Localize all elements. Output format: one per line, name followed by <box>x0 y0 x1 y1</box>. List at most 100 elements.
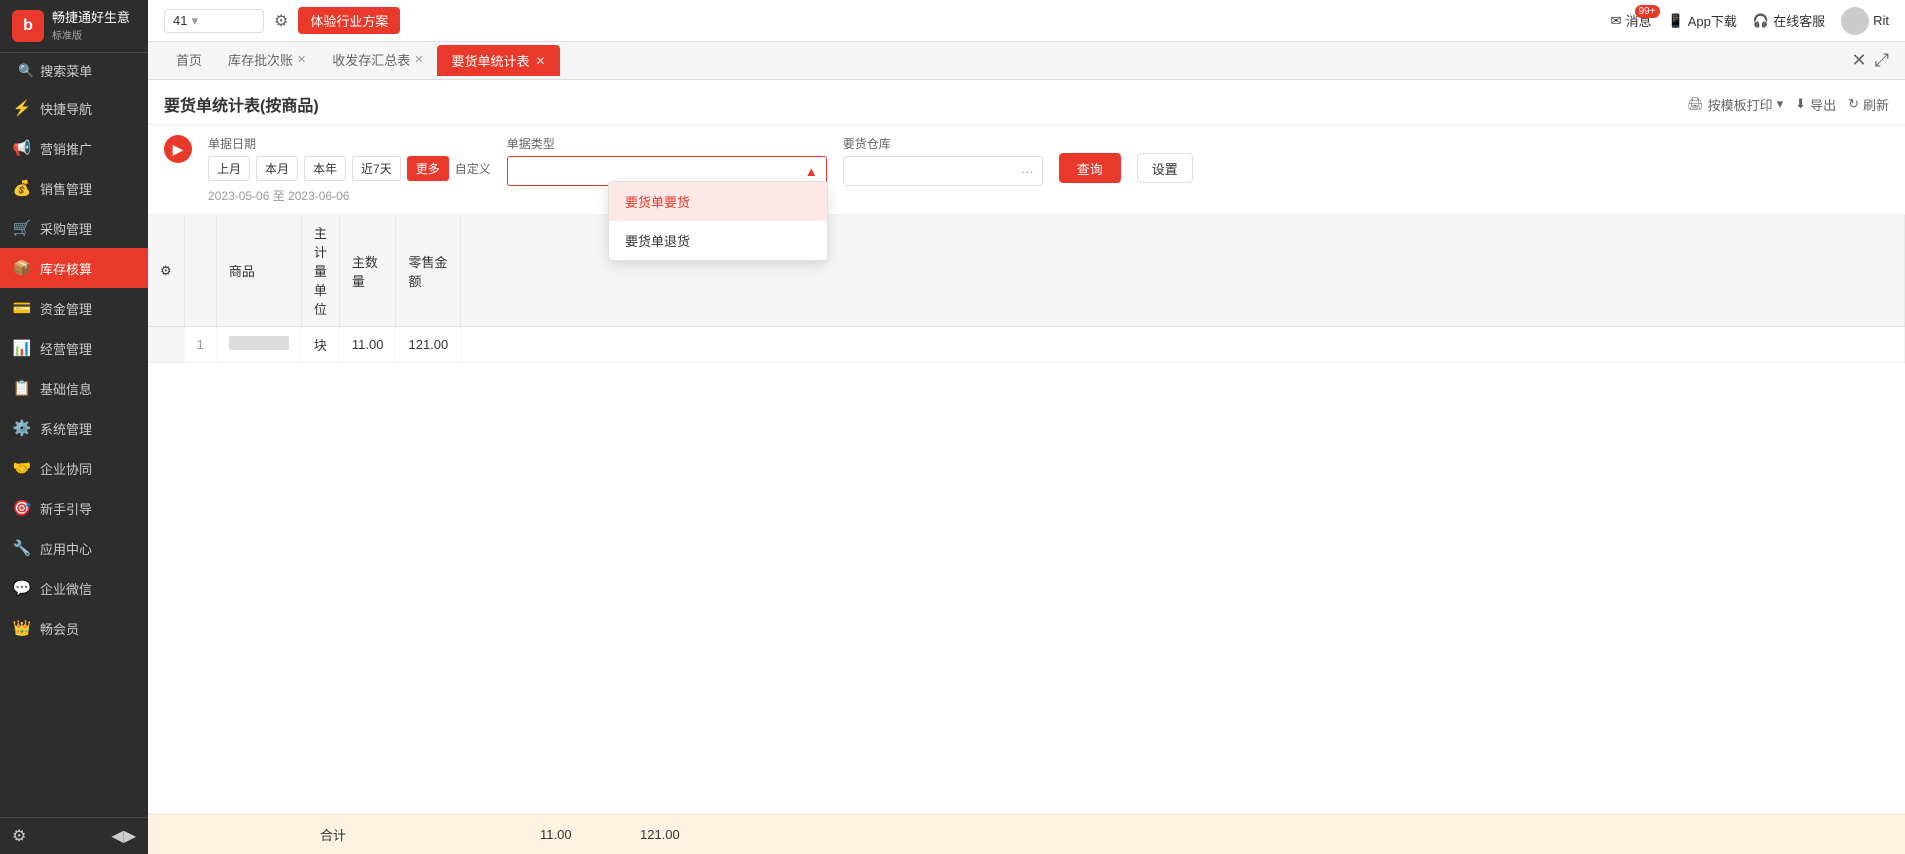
main-content: 41 ▾ ⚙ 体验行业方案 ✉ 消息 99+ 📱 App下载 🎧 在线客服 R <box>148 0 1905 854</box>
footer-quantity: 11.00 <box>540 827 640 842</box>
table-header-product: 商品 <box>216 215 301 327</box>
tab-inventory-batch[interactable]: 库存批次账 ✕ <box>216 44 318 77</box>
ellipsis-icon: ··· <box>1021 164 1034 179</box>
sidebar-item-inventory[interactable]: 📦 库存核算 <box>0 248 148 288</box>
filter-type-label: 单据类型 <box>507 135 827 152</box>
app-download-button[interactable]: 📱 App下载 <box>1668 11 1737 30</box>
refresh-icon: ↻ <box>1848 96 1859 112</box>
data-table-container: ⚙ 商品 主计量单位 主数量 零售金额 1 <box>148 215 1905 814</box>
filter-btn-this-year[interactable]: 本年 <box>304 156 346 181</box>
refresh-button[interactable]: ↻ 刷新 <box>1848 95 1889 114</box>
sidebar-item-sales[interactable]: 💰 销售管理 <box>0 168 148 208</box>
sidebar-item-quick-nav[interactable]: ⚡ 快捷导航 <box>0 88 148 128</box>
topbar-right: ✉ 消息 99+ 📱 App下载 🎧 在线客服 Rit <box>1611 7 1889 35</box>
sidebar-item-app-center[interactable]: 🔧 应用中心 <box>0 528 148 568</box>
print-icon: 🖨 <box>1687 96 1704 112</box>
chevron-down-icon: ▾ <box>1777 96 1784 112</box>
tab-close-icon[interactable]: ✕ <box>414 53 423 66</box>
filter-warehouse-group: 要货仓库 ··· <box>843 135 1043 186</box>
table-cell-amount: 121.00 <box>396 327 461 363</box>
search-menu[interactable]: 🔍 搜索菜单 <box>0 53 148 88</box>
tab-inventory-batch-label: 库存批次账 <box>228 50 293 69</box>
table-cell-num: 1 <box>184 327 216 363</box>
search-icon: 🔍 <box>18 63 34 79</box>
filter-warehouse-select[interactable]: ··· <box>843 156 1043 186</box>
tab-close-icon[interactable]: ✕ <box>536 54 546 68</box>
sidebar-item-basic[interactable]: 📋 基础信息 <box>0 368 148 408</box>
sidebar-item-label: 资金管理 <box>40 299 92 318</box>
filter-custom-btn[interactable]: 自定义 <box>455 160 491 177</box>
filter-btn-this-month[interactable]: 本月 <box>256 156 298 181</box>
filter-date-group: 单据日期 上月 本月 本年 近7天 更多 自定义 2023-05-06 至 20… <box>208 135 491 204</box>
tab-home[interactable]: 首页 <box>164 44 214 77</box>
data-table: ⚙ 商品 主计量单位 主数量 零售金额 1 <box>148 215 1905 363</box>
store-selector[interactable]: 41 ▾ <box>164 9 264 33</box>
table-cell-unit: 块 <box>301 327 339 363</box>
app-icon: 📱 <box>1668 13 1684 29</box>
app-center-icon: 🔧 <box>12 538 32 558</box>
table-row: 1 块 11.00 121.00 <box>148 327 1905 363</box>
sidebar-item-member[interactable]: 👑 畅会员 <box>0 608 148 648</box>
footer-total-label: 合计 <box>320 825 440 844</box>
filter-btn-more[interactable]: 更多 <box>407 156 449 181</box>
sidebar-item-purchase[interactable]: 🛒 采购管理 <box>0 208 148 248</box>
template-print-button[interactable]: 🖨 按模板打印 ▾ <box>1687 95 1783 114</box>
sidebar-item-label: 采购管理 <box>40 219 92 238</box>
store-name: 41 <box>173 13 187 28</box>
wechat-icon: 💬 <box>12 578 32 598</box>
tab-close-icon[interactable]: ✕ <box>297 53 306 66</box>
user-avatar[interactable]: Rit <box>1841 7 1889 35</box>
table-header-settings[interactable]: ⚙ <box>148 215 184 327</box>
page-header-actions: 🖨 按模板打印 ▾ ⬇ 导出 ↻ 刷新 <box>1687 95 1889 114</box>
sidebar-item-wechat[interactable]: 💬 企业微信 <box>0 568 148 608</box>
filter-btn-7days[interactable]: 近7天 <box>352 156 401 181</box>
close-tab-button[interactable]: ✕ <box>1852 50 1867 71</box>
filter-btn-last-month[interactable]: 上月 <box>208 156 250 181</box>
message-button[interactable]: ✉ 消息 99+ <box>1611 11 1652 30</box>
template-print-label: 按模板打印 <box>1708 95 1773 114</box>
tab-home-label: 首页 <box>176 50 202 69</box>
tab-order-stats[interactable]: 要货单统计表 ✕ <box>437 45 559 76</box>
promo-button[interactable]: 体验行业方案 <box>298 7 400 34</box>
dropdown-item-order-goods[interactable]: 要货单要货 <box>609 182 827 221</box>
sidebar-item-label: 营销推广 <box>40 139 92 158</box>
sidebar-item-marketing[interactable]: 📢 营销推广 <box>0 128 148 168</box>
message-icon: ✉ <box>1611 13 1622 29</box>
marketing-icon: 📢 <box>12 138 32 158</box>
tabbar: 首页 库存批次账 ✕ 收发存汇总表 ✕ 要货单统计表 ✕ ✕ ⤢ <box>148 42 1905 80</box>
chevron-down-icon: ▾ <box>191 13 198 29</box>
collapse-icon[interactable]: ◀▶ <box>111 826 136 846</box>
sidebar-item-guide[interactable]: 🎯 新手引导 <box>0 488 148 528</box>
sales-icon: 💰 <box>12 178 32 198</box>
table-cell-index <box>148 327 184 363</box>
sidebar-item-system[interactable]: ⚙️ 系统管理 <box>0 408 148 448</box>
avatar-image <box>1841 7 1869 35</box>
tab-receivable-summary[interactable]: 收发存汇总表 ✕ <box>320 44 435 77</box>
online-service-label: 在线客服 <box>1773 11 1825 30</box>
sidebar-item-enterprise[interactable]: 🤝 企业协同 <box>0 448 148 488</box>
dropdown-item-order-return[interactable]: 要货单退货 <box>609 221 827 260</box>
settings-button[interactable]: 设置 <box>1137 153 1193 183</box>
service-icon: 🎧 <box>1753 13 1769 29</box>
online-service-button[interactable]: 🎧 在线客服 <box>1753 11 1825 30</box>
sidebar-nav: ⚡ 快捷导航 📢 营销推广 💰 销售管理 🛒 采购管理 📦 库存核算 💳 资金管… <box>0 88 148 817</box>
user-name: Rit <box>1873 13 1889 28</box>
page-content: 要货单统计表(按商品) 🖨 按模板打印 ▾ ⬇ 导出 ↻ 刷新 ▶ <box>148 80 1905 854</box>
sidebar-item-finance[interactable]: 💳 资金管理 <box>0 288 148 328</box>
filter-type-group: 单据类型 ▲ <box>507 135 827 186</box>
maximize-button[interactable]: ⤢ <box>1875 50 1889 71</box>
filter-expand-button[interactable]: ▶ <box>164 135 192 163</box>
footer-amount: 121.00 <box>640 827 740 842</box>
export-button[interactable]: ⬇ 导出 <box>1795 95 1836 114</box>
sidebar-item-label: 经营管理 <box>40 339 92 358</box>
chevron-up-icon: ▲ <box>805 164 818 179</box>
table-cell-product <box>216 327 301 363</box>
gear-icon[interactable]: ⚙ <box>274 11 288 31</box>
sidebar-item-operation[interactable]: 📊 经营管理 <box>0 328 148 368</box>
query-button[interactable]: 查询 <box>1059 153 1121 183</box>
sidebar-item-label: 企业协同 <box>40 459 92 478</box>
topbar: 41 ▾ ⚙ 体验行业方案 ✉ 消息 99+ 📱 App下载 🎧 在线客服 R <box>148 0 1905 42</box>
sidebar-item-label: 快捷导航 <box>40 99 92 118</box>
settings-icon[interactable]: ⚙ <box>12 826 26 846</box>
sidebar-item-label: 库存核算 <box>40 259 92 278</box>
